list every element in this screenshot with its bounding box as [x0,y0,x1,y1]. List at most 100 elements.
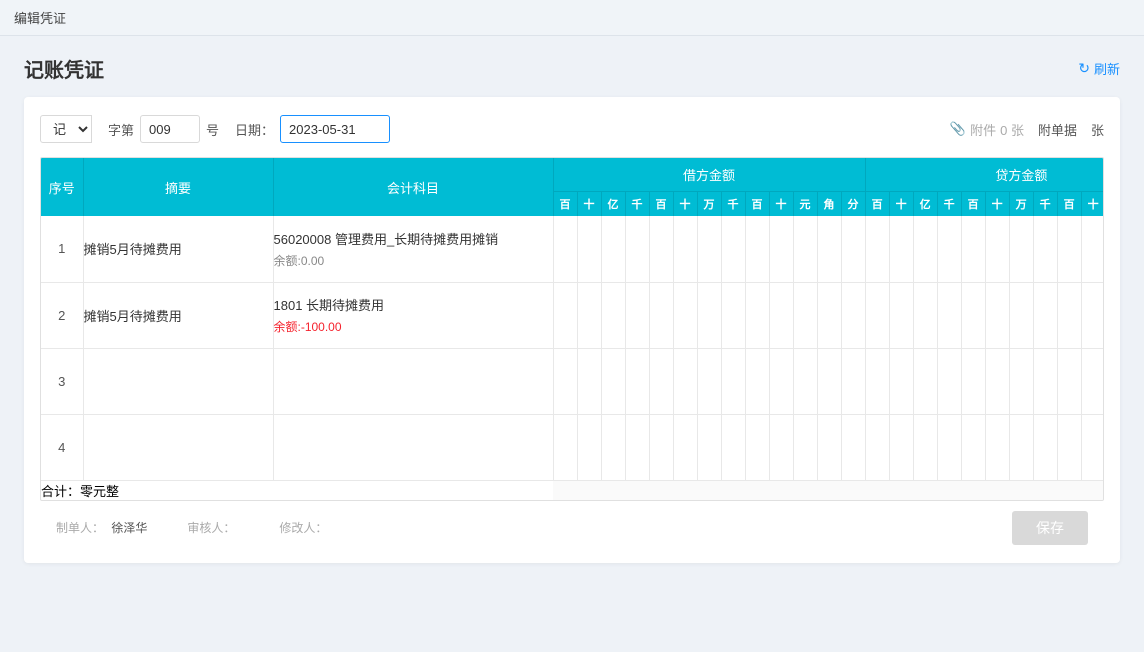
account-cell[interactable] [273,414,553,480]
number-input[interactable] [140,115,200,143]
table-row[interactable]: 2摊销5月待摊费用1801 长期待摊费用余额:-100.00 [41,282,1104,348]
credit-digit-cell[interactable] [865,414,889,480]
debit-digit-cell[interactable] [793,414,817,480]
credit-digit-cell[interactable] [1081,282,1104,348]
debit-digit-cell[interactable] [553,216,577,282]
credit-digit-cell[interactable] [985,414,1009,480]
debit-digit-cell[interactable] [697,282,721,348]
summary-cell[interactable]: 摊销5月待摊费用 [83,216,273,282]
credit-digit-cell[interactable] [961,414,985,480]
fudanjv-label[interactable]: 附单据 [1038,120,1077,139]
debit-digit-cell[interactable] [625,282,649,348]
debit-digit-cell[interactable] [793,348,817,414]
debit-digit-cell[interactable] [697,348,721,414]
credit-digit-cell[interactable] [865,216,889,282]
credit-digit-cell[interactable] [985,282,1009,348]
credit-digit-cell[interactable] [1009,216,1033,282]
debit-digit-cell[interactable] [745,348,769,414]
debit-digit-cell[interactable] [649,282,673,348]
summary-cell[interactable] [83,414,273,480]
debit-digit-cell[interactable] [673,414,697,480]
debit-digit-cell[interactable] [793,216,817,282]
debit-digit-cell[interactable] [841,282,865,348]
debit-digit-cell[interactable] [721,348,745,414]
credit-digit-cell[interactable] [1057,348,1081,414]
credit-digit-cell[interactable] [889,216,913,282]
debit-digit-cell[interactable] [673,348,697,414]
credit-digit-cell[interactable] [1009,348,1033,414]
credit-digit-cell[interactable] [913,348,937,414]
debit-digit-cell[interactable] [769,348,793,414]
debit-digit-cell[interactable] [817,216,841,282]
credit-digit-cell[interactable] [1033,348,1057,414]
credit-digit-cell[interactable] [1033,282,1057,348]
debit-digit-cell[interactable] [841,348,865,414]
credit-digit-cell[interactable] [985,216,1009,282]
debit-digit-cell[interactable] [841,216,865,282]
debit-digit-cell[interactable] [577,348,601,414]
debit-digit-cell[interactable] [745,282,769,348]
credit-digit-cell[interactable] [937,282,961,348]
credit-digit-cell[interactable] [889,282,913,348]
debit-digit-cell[interactable] [745,216,769,282]
credit-digit-cell[interactable] [1057,216,1081,282]
credit-digit-cell[interactable] [1081,348,1104,414]
save-button[interactable]: 保存 [1012,511,1088,545]
debit-digit-cell[interactable] [577,414,601,480]
table-row[interactable]: 3 [41,348,1104,414]
credit-digit-cell[interactable] [889,348,913,414]
debit-digit-cell[interactable] [601,414,625,480]
debit-digit-cell[interactable] [697,414,721,480]
type-select-group[interactable]: 记 [40,115,92,143]
credit-digit-cell[interactable] [1033,216,1057,282]
table-row[interactable]: 4 [41,414,1104,480]
summary-cell[interactable] [83,348,273,414]
debit-digit-cell[interactable] [625,414,649,480]
debit-digit-cell[interactable] [745,414,769,480]
debit-digit-cell[interactable] [601,216,625,282]
credit-digit-cell[interactable] [865,282,889,348]
debit-digit-cell[interactable] [625,348,649,414]
debit-digit-cell[interactable] [769,414,793,480]
credit-digit-cell[interactable] [913,282,937,348]
debit-digit-cell[interactable] [817,414,841,480]
credit-digit-cell[interactable] [1009,282,1033,348]
table-row[interactable]: 1摊销5月待摊费用56020008 管理费用_长期待摊费用摊销余额:0.00 [41,216,1104,282]
debit-digit-cell[interactable] [577,216,601,282]
debit-digit-cell[interactable] [553,282,577,348]
debit-digit-cell[interactable] [721,282,745,348]
credit-digit-cell[interactable] [1009,414,1033,480]
account-cell[interactable]: 56020008 管理费用_长期待摊费用摊销余额:0.00 [273,216,553,282]
credit-digit-cell[interactable] [937,216,961,282]
debit-digit-cell[interactable] [553,348,577,414]
debit-digit-cell[interactable] [601,348,625,414]
debit-digit-cell[interactable] [649,414,673,480]
debit-digit-cell[interactable] [577,282,601,348]
debit-digit-cell[interactable] [841,414,865,480]
credit-digit-cell[interactable] [961,348,985,414]
debit-digit-cell[interactable] [673,216,697,282]
debit-digit-cell[interactable] [553,414,577,480]
attachment-link[interactable]: 📎 附件 0 张 [950,120,1024,139]
debit-digit-cell[interactable] [697,216,721,282]
credit-digit-cell[interactable] [1033,414,1057,480]
debit-digit-cell[interactable] [601,282,625,348]
credit-digit-cell[interactable] [913,216,937,282]
debit-digit-cell[interactable] [769,216,793,282]
credit-digit-cell[interactable] [913,414,937,480]
credit-digit-cell[interactable] [985,348,1009,414]
type-select[interactable]: 记 [40,115,92,143]
summary-cell[interactable]: 摊销5月待摊费用 [83,282,273,348]
debit-digit-cell[interactable] [769,282,793,348]
credit-digit-cell[interactable] [937,414,961,480]
debit-digit-cell[interactable] [817,282,841,348]
account-cell[interactable]: 1801 长期待摊费用余额:-100.00 [273,282,553,348]
debit-digit-cell[interactable] [673,282,697,348]
debit-digit-cell[interactable] [721,216,745,282]
credit-digit-cell[interactable] [1081,414,1104,480]
credit-digit-cell[interactable] [1057,414,1081,480]
debit-digit-cell[interactable] [721,414,745,480]
date-input[interactable] [280,115,390,143]
debit-digit-cell[interactable] [625,216,649,282]
credit-digit-cell[interactable] [961,282,985,348]
